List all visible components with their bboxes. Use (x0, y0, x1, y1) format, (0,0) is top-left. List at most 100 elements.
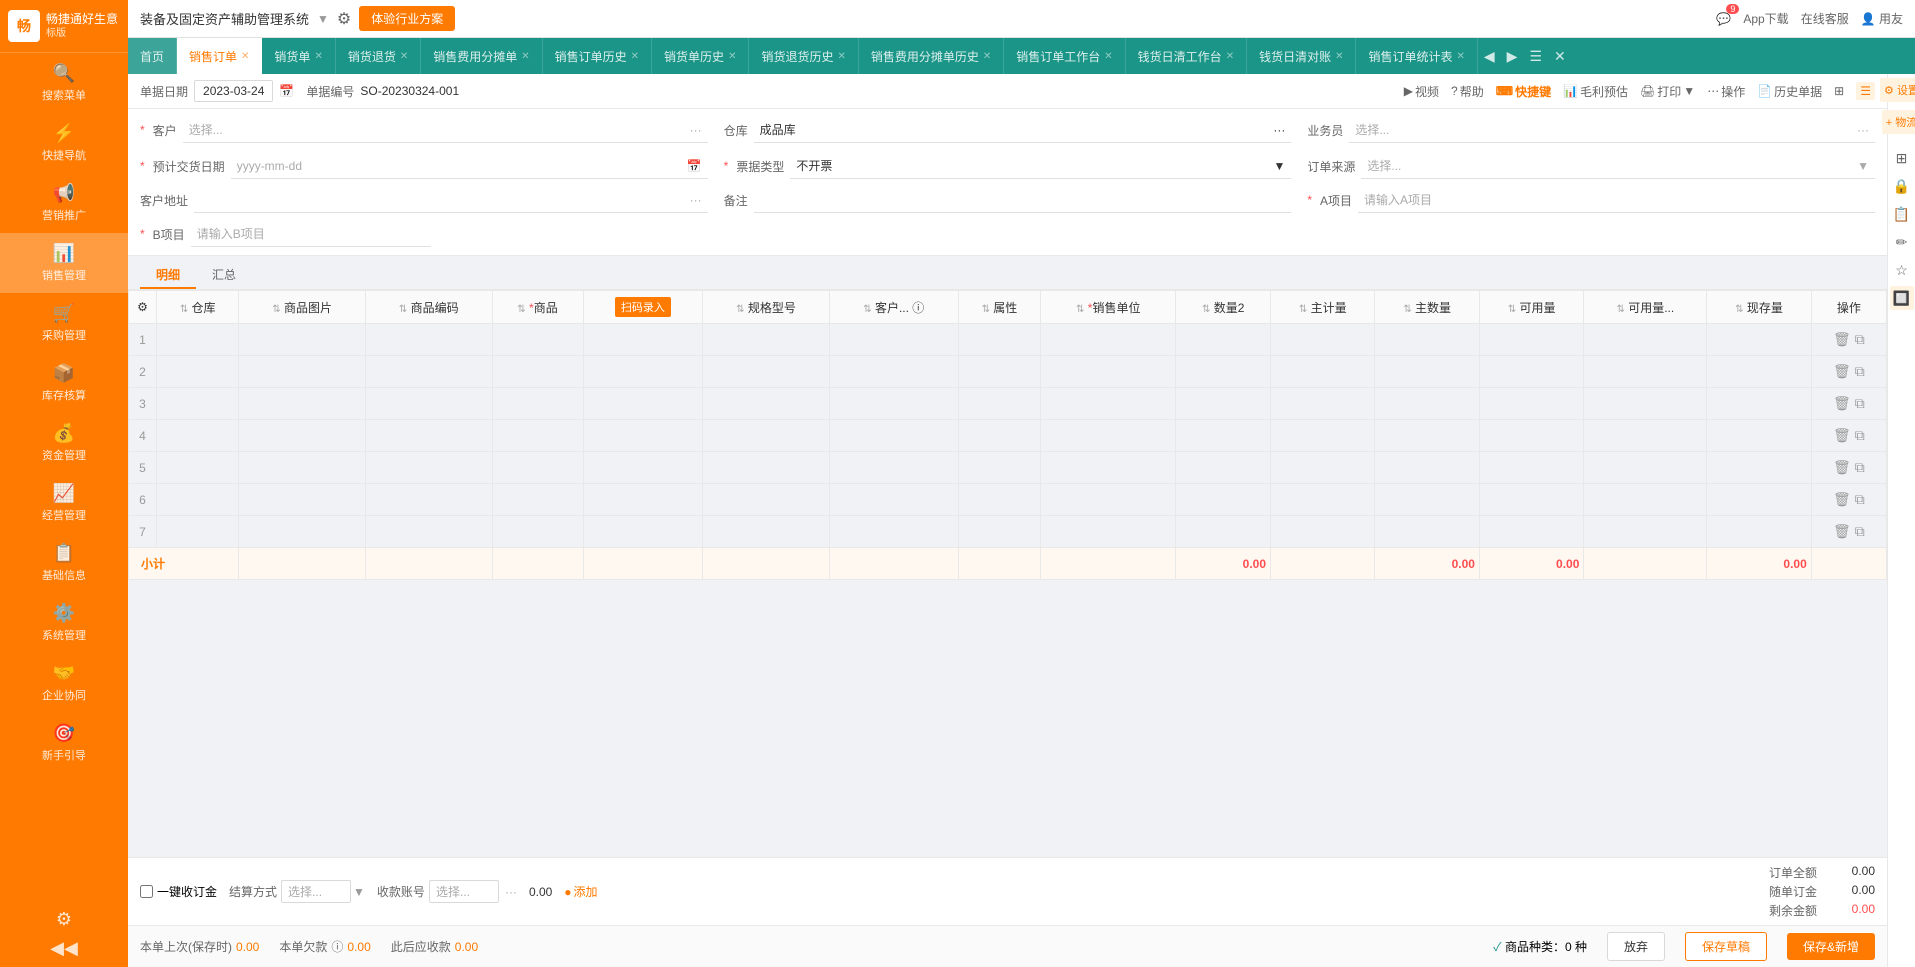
row-2-code[interactable] (365, 356, 492, 388)
row-5-current-stock[interactable] (1707, 452, 1811, 484)
row-5-product[interactable] (492, 452, 583, 484)
sidebar-item-sales[interactable]: 📊 销售管理 (0, 233, 128, 293)
list-icon[interactable]: ☰ (1856, 82, 1875, 100)
tab-sales-return[interactable]: 销货退货 ✕ (336, 38, 421, 74)
row-4-delete-icon[interactable]: 🗑 (1833, 427, 1851, 444)
row-5-spec[interactable] (703, 452, 830, 484)
tab-sales-stats-close[interactable]: ✕ (1457, 51, 1465, 62)
row-3-available[interactable] (1479, 388, 1583, 420)
row-5-img[interactable] (239, 452, 366, 484)
row-7-sales-unit[interactable] (1041, 516, 1176, 548)
dropdown-arrow-icon[interactable]: ▼ (317, 12, 329, 26)
row-3-warehouse[interactable] (157, 388, 239, 420)
row-3-available2[interactable] (1584, 388, 1707, 420)
settlement-dropdown-icon[interactable]: ▼ (353, 885, 365, 899)
row-4-qty2[interactable] (1176, 420, 1271, 452)
tab-sales-order-close[interactable]: ✕ (241, 51, 249, 62)
row-1-spec[interactable] (703, 324, 830, 356)
row-7-img[interactable] (239, 516, 366, 548)
row-4-main-qty[interactable] (1375, 420, 1479, 452)
row-1-copy-icon[interactable]: ⧉ (1855, 331, 1865, 348)
logistics-button[interactable]: + 物流 (1882, 110, 1915, 134)
tab-return-history-close[interactable]: ✕ (837, 51, 845, 62)
row-3-qty2[interactable] (1176, 388, 1271, 420)
row-2-attributes[interactable] (958, 356, 1040, 388)
one-click-pay-input[interactable] (140, 885, 153, 898)
tab-daily-clear-workbench[interactable]: 钱货日清工作台 ✕ (1126, 38, 1247, 74)
row-5-warehouse[interactable] (157, 452, 239, 484)
row-3-spec[interactable] (703, 388, 830, 420)
row-6-warehouse[interactable] (157, 484, 239, 516)
sidebar-item-enterprise[interactable]: 🤝 企业协同 (0, 653, 128, 713)
remark-input[interactable] (754, 187, 1292, 213)
nav-tabs-menu-icon[interactable]: ☰ (1523, 48, 1548, 65)
row-6-attributes[interactable] (958, 484, 1040, 516)
row-5-available[interactable] (1479, 452, 1583, 484)
row-4-available2[interactable] (1584, 420, 1707, 452)
row-6-copy-icon[interactable]: ⧉ (1855, 491, 1865, 508)
tab-sales-workbench-close[interactable]: ✕ (1104, 51, 1112, 62)
row-1-product[interactable] (492, 324, 583, 356)
row-2-customer-code[interactable] (829, 356, 958, 388)
row-1-available[interactable] (1479, 324, 1583, 356)
sidebar-item-marketing[interactable]: 📢 营销推广 (0, 173, 128, 233)
row-2-current-stock[interactable] (1707, 356, 1811, 388)
row-7-copy-icon[interactable]: ⧉ (1855, 523, 1865, 540)
tab-summary[interactable]: 汇总 (196, 262, 252, 289)
row-7-spec[interactable] (703, 516, 830, 548)
tab-sales-invoice-close[interactable]: ✕ (314, 51, 322, 62)
calendar-icon[interactable]: 📅 (279, 84, 294, 98)
row-7-current-stock[interactable] (1707, 516, 1811, 548)
row-1-attributes[interactable] (958, 324, 1040, 356)
row-6-product[interactable] (492, 484, 583, 516)
row-1-current-stock[interactable] (1707, 324, 1811, 356)
row-4-copy-icon[interactable]: ⧉ (1855, 427, 1865, 444)
app-download-link[interactable]: App下载 (1743, 10, 1788, 27)
row-1-code[interactable] (365, 324, 492, 356)
sidebar-item-search[interactable]: 🔍 搜索菜单 (0, 53, 128, 113)
tab-sales-workbench[interactable]: 销售订单工作台 ✕ (1004, 38, 1125, 74)
row-1-sales-unit[interactable] (1041, 324, 1176, 356)
row-2-img[interactable] (239, 356, 366, 388)
nav-tabs-right-arrow[interactable]: ▶ (1501, 48, 1524, 65)
customer-input[interactable]: 选择... ··· (183, 117, 708, 143)
right-btn-special[interactable]: 🔲 (1890, 286, 1914, 310)
gear-settings-icon[interactable]: ⚙ (337, 9, 351, 29)
row-3-sales-unit[interactable] (1041, 388, 1176, 420)
row-6-current-stock[interactable] (1707, 484, 1811, 516)
row-2-available[interactable] (1479, 356, 1583, 388)
add-payment-button[interactable]: ● 添加 (564, 883, 597, 900)
profit-estimate-action[interactable]: 📊 毛利预估 (1563, 83, 1628, 100)
tab-home[interactable]: 首页 (128, 38, 177, 74)
row-5-code[interactable] (365, 452, 492, 484)
row-4-spec[interactable] (703, 420, 830, 452)
row-1-main-unit[interactable] (1271, 324, 1375, 356)
row-6-img[interactable] (239, 484, 366, 516)
warehouse-input[interactable]: 成品库 ··· (754, 117, 1292, 143)
salesperson-input[interactable]: 选择... ··· (1349, 117, 1875, 143)
row-7-main-qty[interactable] (1375, 516, 1479, 548)
tab-daily-reconcile-close[interactable]: ✕ (1335, 51, 1343, 62)
settings-bottom-icon[interactable]: ⚙ (56, 909, 72, 930)
nav-tabs-close-all[interactable]: ✕ (1548, 48, 1572, 65)
row-3-img[interactable] (239, 388, 366, 420)
tab-expense-history-close[interactable]: ✕ (983, 51, 991, 62)
save-draft-button[interactable]: 保存草稿 (1685, 932, 1767, 961)
operations-action[interactable]: ⋯ 操作 (1707, 83, 1745, 100)
sidebar-item-purchase[interactable]: 🛒 采购管理 (0, 293, 128, 353)
help-action[interactable]: ? 帮助 (1451, 83, 1484, 100)
tab-daily-reconcile[interactable]: 钱货日清对账 ✕ (1247, 38, 1356, 74)
row-1-delete-icon[interactable]: 🗑 (1833, 331, 1851, 348)
tab-sales-expense-close[interactable]: ✕ (521, 51, 529, 62)
order-source-input[interactable]: 选择... ▼ (1361, 153, 1875, 179)
sidebar-item-quick-nav[interactable]: ⚡ 快捷导航 (0, 113, 128, 173)
tab-daily-clear-workbench-close[interactable]: ✕ (1226, 51, 1234, 62)
save-new-button[interactable]: 保存&新增 (1787, 933, 1875, 960)
row-3-copy-icon[interactable]: ⧉ (1855, 395, 1865, 412)
right-btn-star[interactable]: ☆ (1890, 258, 1914, 282)
tab-sales-order[interactable]: 销售订单 ✕ (177, 38, 262, 74)
row-2-delete-icon[interactable]: 🗑 (1833, 363, 1851, 380)
right-btn-lock[interactable]: 🔒 (1890, 174, 1914, 198)
row-5-main-unit[interactable] (1271, 452, 1375, 484)
sidebar-item-beginner[interactable]: 🎯 新手引导 (0, 713, 128, 773)
